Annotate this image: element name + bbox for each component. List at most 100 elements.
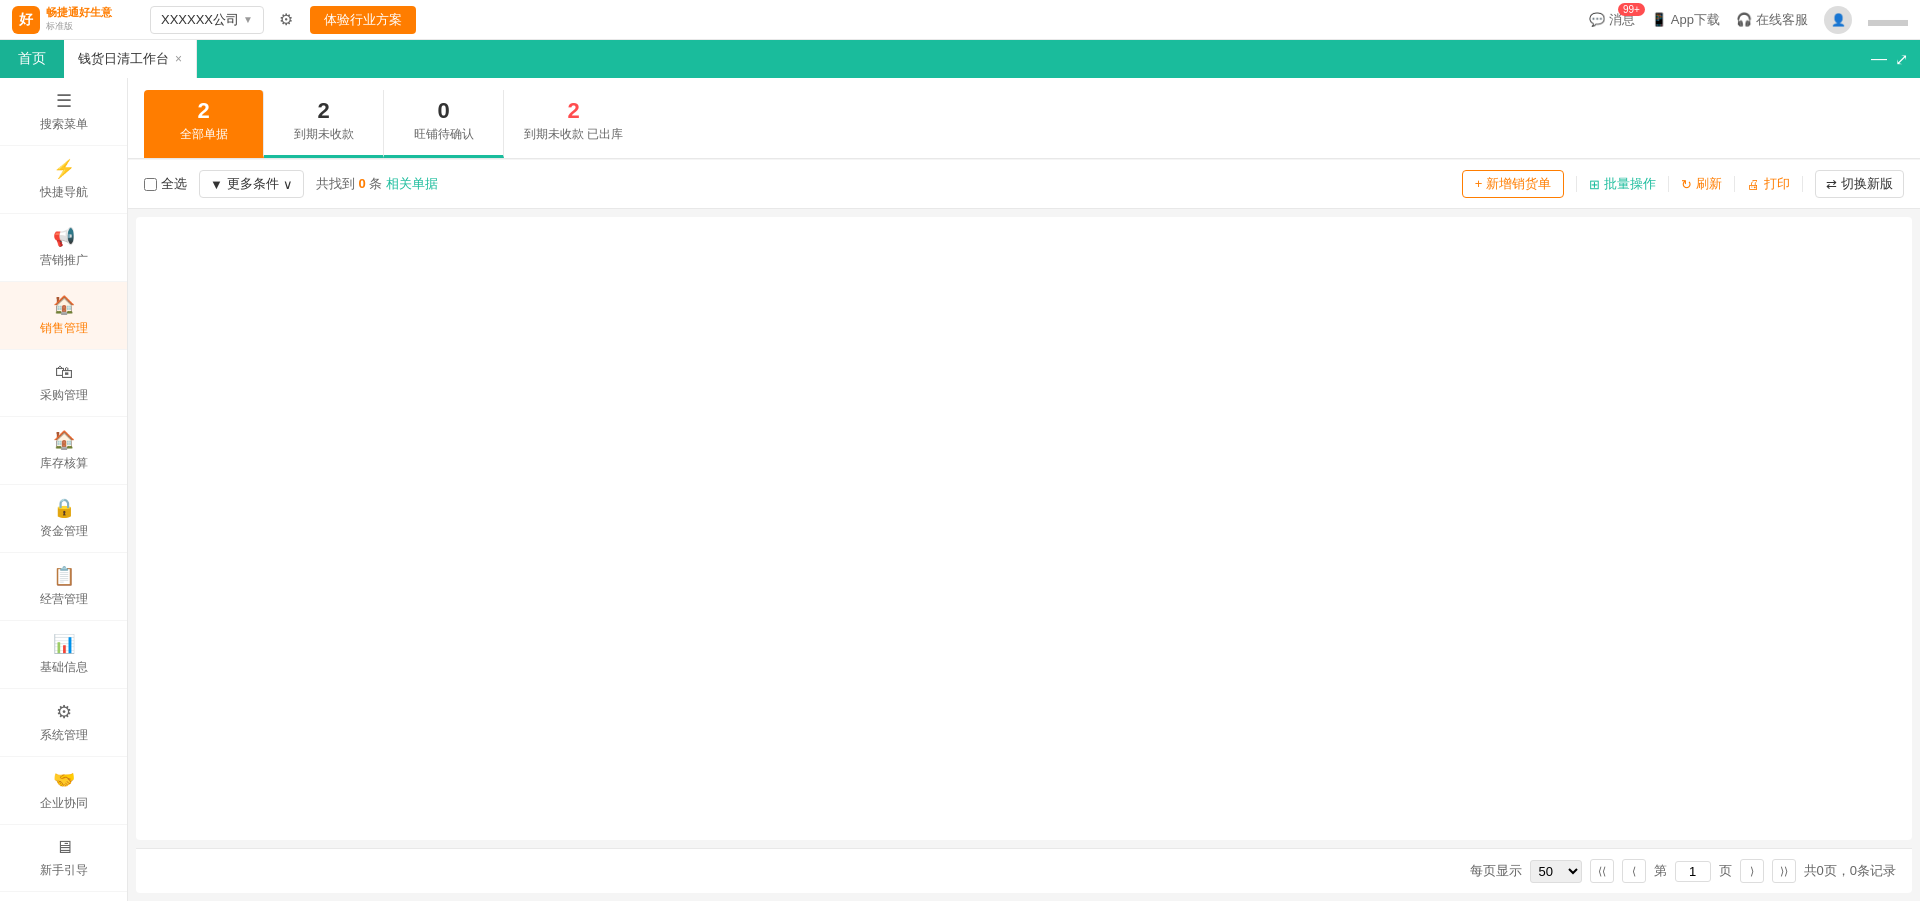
- sidebar-item-purchase[interactable]: 🛍 采购管理: [0, 350, 127, 417]
- pagination: 每页显示 50 100 200 ⟨⟨ ⟨ 第 页 ⟩ ⟩⟩ 共0页，0条记录: [136, 848, 1912, 893]
- marketing-icon: 📢: [53, 226, 75, 248]
- stat-count-all: 2: [164, 98, 243, 124]
- stat-count-pending: 0: [404, 98, 483, 124]
- company-dropdown-arrow: ▼: [243, 14, 253, 25]
- toolbar: 全选 ▼ 更多条件 ∨ 共找到 0 条 相关单据 + 新增销货单 ⊞: [128, 160, 1920, 209]
- sidebar-label-operation: 经营管理: [40, 591, 88, 608]
- select-all-checkbox[interactable]: 全选: [144, 175, 187, 193]
- page-summary: 共0页，0条记录: [1804, 862, 1896, 880]
- tab-minimize-button[interactable]: —: [1871, 50, 1887, 68]
- next-page-button[interactable]: ⟩: [1740, 859, 1764, 883]
- stat-tab-pending[interactable]: 0 旺铺待确认: [384, 90, 504, 158]
- app-download-button[interactable]: 📱 App下载: [1651, 11, 1720, 29]
- trial-button[interactable]: 体验行业方案: [310, 6, 416, 34]
- batch-operation-button[interactable]: ⊞ 批量操作: [1589, 175, 1656, 193]
- sidebar-label-inventory: 库存核算: [40, 455, 88, 472]
- logo-tag: 标准版: [46, 20, 112, 33]
- tab-bar-actions: — ⤢: [1871, 50, 1920, 69]
- divider-4: [1802, 176, 1803, 192]
- sidebar-label-system: 系统管理: [40, 727, 88, 744]
- tab-label: 钱货日清工作台: [78, 50, 169, 68]
- quick-nav-icon: ⚡: [53, 158, 75, 180]
- sidebar-item-coop[interactable]: 🤝 企业协同: [0, 757, 127, 825]
- user-name-area[interactable]: ▬▬: [1868, 8, 1908, 31]
- main-content: 2 全部单据 2 到期未收款 0 旺铺待确认 2 到期未收款 已出库: [128, 78, 1920, 901]
- user-name-placeholder: ▬▬: [1868, 8, 1908, 31]
- top-bar: 好 畅捷通好生意 标准版 XXXXXX公司 ▼ ⚙ 体验行业方案 💬 消息 99…: [0, 0, 1920, 40]
- stat-count-overdue: 2: [284, 98, 363, 124]
- first-page-button[interactable]: ⟨⟨: [1590, 859, 1614, 883]
- empty-state: [136, 217, 1912, 840]
- print-button[interactable]: 🖨 打印: [1747, 175, 1790, 193]
- finance-icon: 🔒: [53, 497, 75, 519]
- stats-tabs-inner: 2 全部单据 2 到期未收款 0 旺铺待确认 2 到期未收款 已出库: [144, 90, 1904, 158]
- sidebar-item-quick-nav[interactable]: ⚡ 快捷导航: [0, 146, 127, 214]
- message-button[interactable]: 💬 消息 99+: [1589, 11, 1635, 29]
- refresh-button[interactable]: ↻ 刷新: [1681, 175, 1722, 193]
- tab-maximize-button[interactable]: ⤢: [1895, 50, 1908, 69]
- switch-version-button[interactable]: ⇄ 切换新版: [1815, 170, 1904, 198]
- operation-icon: 📋: [53, 565, 75, 587]
- sidebar-item-search-menu[interactable]: ☰ 搜索菜单: [0, 78, 127, 146]
- coop-icon: 🤝: [53, 769, 75, 791]
- logo-area: 好 畅捷通好生意 标准版: [12, 6, 140, 34]
- print-label: 打印: [1764, 175, 1790, 193]
- select-all-label: 全选: [161, 175, 187, 193]
- sidebar-item-system[interactable]: ⚙ 系统管理: [0, 689, 127, 757]
- divider-1: [1576, 176, 1577, 192]
- sales-icon: 🏠: [53, 294, 75, 316]
- select-all-input[interactable]: [144, 178, 157, 191]
- message-icon: 💬: [1589, 12, 1605, 27]
- company-name: XXXXXX公司: [161, 11, 239, 29]
- more-filter-button[interactable]: ▼ 更多条件 ∨: [199, 170, 304, 198]
- stat-tab-all[interactable]: 2 全部单据: [144, 90, 264, 158]
- print-icon: 🖨: [1747, 177, 1760, 192]
- prev-page-button[interactable]: ⟨: [1622, 859, 1646, 883]
- sidebar-item-apps[interactable]: 📦 应用中心: [0, 892, 127, 901]
- table-area: [136, 217, 1912, 840]
- inventory-icon: 🏠: [53, 429, 75, 451]
- basic-icon: 📊: [53, 633, 75, 655]
- sidebar-item-marketing[interactable]: 📢 营销推广: [0, 214, 127, 282]
- page-suffix: 页: [1719, 862, 1732, 880]
- purchase-icon: 🛍: [55, 362, 73, 383]
- sidebar-label-basic: 基础信息: [40, 659, 88, 676]
- sidebar-item-inventory[interactable]: 🏠 库存核算: [0, 417, 127, 485]
- page-size-select[interactable]: 50 100 200: [1530, 860, 1582, 883]
- sidebar-label-finance: 资金管理: [40, 523, 88, 540]
- toolbar-right: + 新增销货单 ⊞ 批量操作 ↻ 刷新 🖨 打印: [1462, 170, 1904, 198]
- download-icon: 📱: [1651, 12, 1667, 27]
- new-order-button[interactable]: + 新增销货单: [1462, 170, 1564, 198]
- stat-tab-overdue[interactable]: 2 到期未收款: [264, 90, 384, 158]
- batch-icon: ⊞: [1589, 177, 1600, 192]
- company-selector[interactable]: XXXXXX公司 ▼: [150, 6, 264, 34]
- stat-label-overdue: 到期未收款: [284, 126, 363, 143]
- sidebar-item-finance[interactable]: 🔒 资金管理: [0, 485, 127, 553]
- logo-text: 畅捷通好生意: [46, 6, 112, 19]
- new-order-label: + 新增销货单: [1475, 175, 1551, 193]
- sidebar-item-basic[interactable]: 📊 基础信息: [0, 621, 127, 689]
- stat-label-pending: 旺铺待确认: [404, 126, 483, 143]
- search-menu-icon: ☰: [56, 90, 72, 112]
- settings-button[interactable]: ⚙: [272, 6, 300, 34]
- tab-home[interactable]: 首页: [0, 40, 64, 78]
- sidebar-item-sales[interactable]: 🏠 销售管理: [0, 282, 127, 350]
- stat-label-overdue-shipped: 到期未收款 已出库: [524, 126, 623, 143]
- sidebar-label-marketing: 营销推广: [40, 252, 88, 269]
- online-service-button[interactable]: 🎧 在线客服: [1736, 11, 1808, 29]
- switch-label: 切换新版: [1841, 175, 1893, 193]
- refresh-icon: ↻: [1681, 177, 1692, 192]
- page-label: 第: [1654, 862, 1667, 880]
- stat-label-all: 全部单据: [164, 126, 243, 143]
- user-avatar[interactable]: 👤: [1824, 6, 1852, 34]
- last-page-button[interactable]: ⟩⟩: [1772, 859, 1796, 883]
- tab-close-icon[interactable]: ×: [175, 52, 182, 66]
- page-number-input[interactable]: [1675, 861, 1711, 882]
- filter-label: 更多条件: [227, 175, 279, 193]
- stat-tab-overdue-shipped[interactable]: 2 到期未收款 已出库: [504, 90, 643, 158]
- sidebar-item-guide[interactable]: 🖥 新手引导: [0, 825, 127, 892]
- service-icon: 🎧: [1736, 12, 1752, 27]
- tab-money-work[interactable]: 钱货日清工作台 ×: [64, 40, 197, 78]
- sidebar-item-operation[interactable]: 📋 经营管理: [0, 553, 127, 621]
- per-page-label: 每页显示: [1470, 862, 1522, 880]
